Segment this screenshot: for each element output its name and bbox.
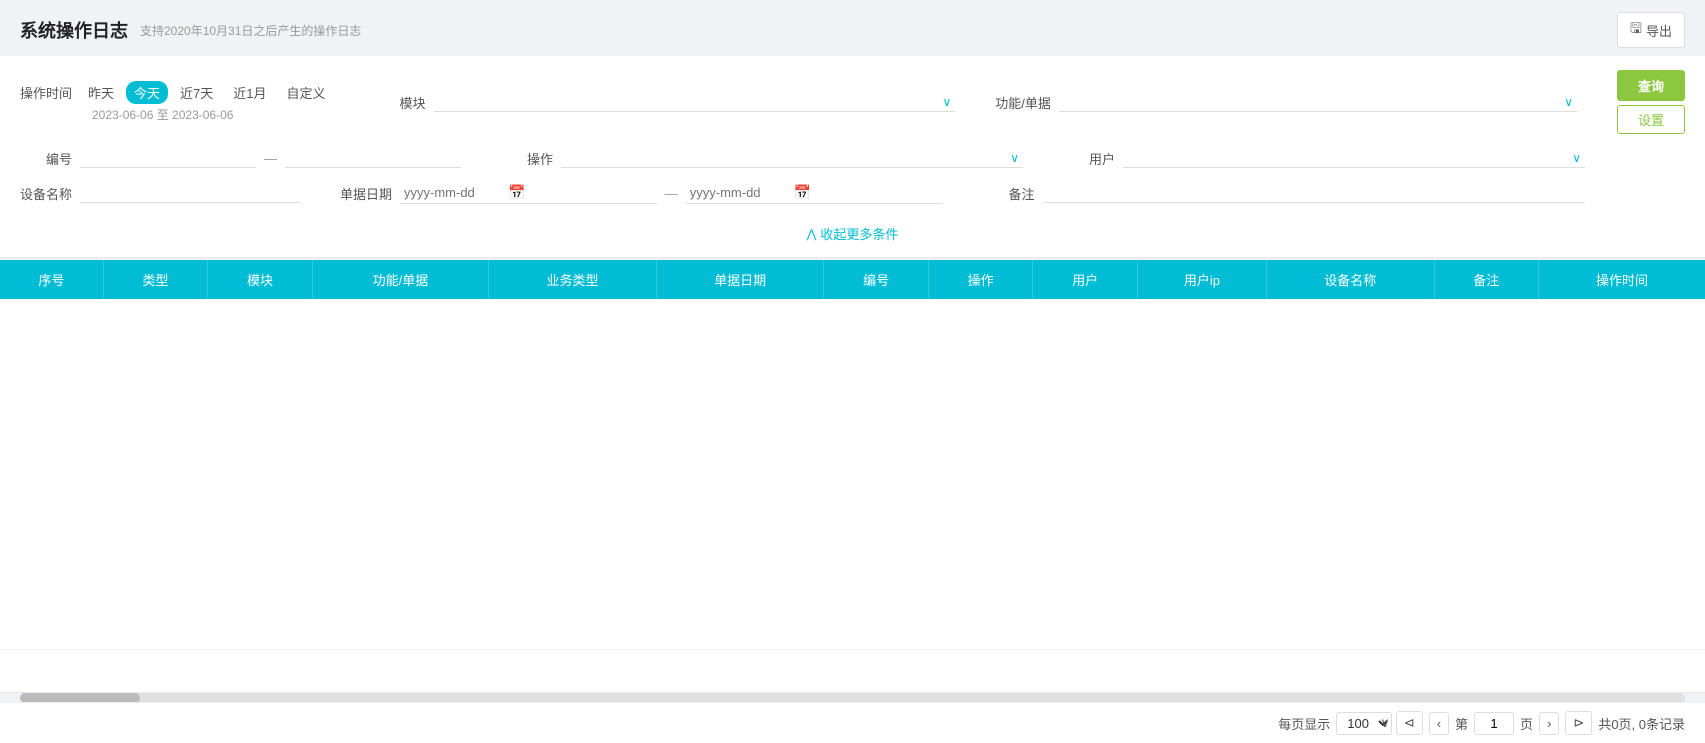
last-page-button[interactable]: ⊳ [1565,711,1592,735]
col-operation: 操作 [928,260,1032,299]
page-subtitle: 支持2020年10月31日之后产生的操作日志 [140,22,361,39]
remark-label: 备注 [983,184,1043,203]
collapse-row: ⋀ 收起更多条件 [20,218,1685,247]
page-container: 系统操作日志 支持2020年10月31日之后产生的操作日志 🖫 导出 操作时间 … [0,0,1705,743]
voucher-date-label: 单据日期 [340,184,400,203]
table-container: 序号 类型 模块 功能/单据 业务类型 单据日期 编号 操作 用户 用户ip 设… [0,260,1705,692]
col-code: 编号 [824,260,928,299]
calendar-end-icon[interactable]: 📅 [794,184,811,201]
col-voucherdate: 单据日期 [656,260,824,299]
number-separator: — [256,151,285,166]
export-button[interactable]: 🖫 导出 [1617,12,1685,48]
function-dropdown-icon: ∨ [1564,95,1573,109]
first-page-button[interactable]: ⊲ [1396,711,1423,735]
filter-row-2: 编号 — 操作 ∨ 用户 [20,148,1685,168]
col-function: 功能/单据 [312,260,488,299]
data-table: 序号 类型 模块 功能/单据 业务类型 单据日期 编号 操作 用户 用户ip 设… [0,260,1705,650]
empty-row [0,299,1705,649]
query-button[interactable]: 查询 [1617,70,1685,101]
user-select[interactable]: ∨ [1123,149,1585,168]
module-label: 模块 [374,93,434,112]
col-biztype: 业务类型 [489,260,657,299]
per-page-select[interactable]: 100 50 200 [1336,712,1392,735]
time-buttons: 昨天 今天 近7天 近1月 自定义 [80,81,334,104]
page-label: 第 [1455,714,1468,733]
table-head: 序号 类型 模块 功能/单据 业务类型 单据日期 编号 操作 用户 用户ip 设… [0,260,1705,299]
page-input[interactable] [1474,712,1514,735]
time-btn-7days[interactable]: 近7天 [172,81,221,104]
next-page-button[interactable]: › [1539,712,1559,735]
time-btn-today[interactable]: 今天 [126,81,168,104]
export-icon: 🖫 [1630,18,1642,42]
col-devicename: 设备名称 [1266,260,1434,299]
user-dropdown-icon: ∨ [1572,151,1581,165]
number-label: 编号 [20,149,80,168]
col-type: 类型 [103,260,207,299]
date-start-input[interactable] [404,185,504,200]
operation-dropdown-icon: ∨ [1010,151,1019,165]
action-buttons: 查询 设置 [1617,70,1685,134]
per-page-label: 每页显示 [1278,714,1330,733]
filter-row-1: 操作时间 昨天 今天 近7天 近1月 自定义 2023-06-06 至 2023… [20,70,1685,134]
number-end-input-wrapper [285,148,461,168]
scrollbar-area[interactable] [0,692,1705,702]
col-remark: 备注 [1434,260,1538,299]
col-number: 序号 [0,260,103,299]
date-separator: — [657,186,686,201]
time-btn-yesterday[interactable]: 昨天 [80,81,122,104]
operation-label: 操作 [501,149,561,168]
number-start-input-wrapper [80,148,256,168]
col-module: 模块 [208,260,312,299]
prev-page-button[interactable]: ‹ [1429,712,1449,735]
function-select[interactable]: ∨ [1059,93,1577,112]
table-body [0,299,1705,649]
page-unit: 页 [1520,714,1533,733]
user-label: 用户 [1063,149,1123,168]
time-range-text: 2023-06-06 至 2023-06-06 [92,108,233,122]
filter-area: 操作时间 昨天 今天 近7天 近1月 自定义 2023-06-06 至 2023… [0,56,1705,258]
device-input[interactable] [80,185,300,200]
settings-button[interactable]: 设置 [1617,105,1685,134]
table-header-row: 序号 类型 模块 功能/单据 业务类型 单据日期 编号 操作 用户 用户ip 设… [0,260,1705,299]
page-header: 系统操作日志 支持2020年10月31日之后产生的操作日志 🖫 导出 [0,0,1705,56]
scrollbar-track [20,693,1685,702]
calendar-start-icon[interactable]: 📅 [508,184,525,201]
filter-row-3: 设备名称 单据日期 📅 — 📅 备注 [20,182,1685,204]
number-start-input[interactable] [80,150,256,165]
device-label: 设备名称 [20,184,80,203]
module-dropdown-icon: ∨ [942,95,951,109]
page-total: 共0页, 0条记录 [1598,714,1685,733]
number-end-input[interactable] [285,150,461,165]
time-btn-custom[interactable]: 自定义 [279,81,334,104]
date-start-wrapper: 📅 [400,182,657,204]
page-title: 系统操作日志 [20,17,128,43]
col-optime: 操作时间 [1539,260,1705,299]
collapse-button[interactable]: ⋀ 收起更多条件 [807,224,899,243]
module-select[interactable]: ∨ [434,93,956,112]
date-end-wrapper: 📅 [686,182,943,204]
col-user: 用户 [1033,260,1137,299]
operation-select[interactable]: ∨ [561,149,1023,168]
col-userip: 用户ip [1137,260,1266,299]
empty-cell [0,299,1705,649]
time-label: 操作时间 [20,83,80,102]
function-label: 功能/单据 [995,93,1059,112]
collapse-chevron-icon: ⋀ [807,227,817,241]
time-btn-1month[interactable]: 近1月 [225,81,274,104]
remark-input-wrapper [1043,183,1586,203]
date-end-input[interactable] [690,185,790,200]
collapse-label: 收起更多条件 [820,224,898,243]
scrollbar-thumb[interactable] [20,693,140,702]
device-input-wrapper [80,183,300,203]
pagination-bar: 每页显示 100 50 200 ∨ ⊲ ‹ 第 页 › ⊳ 共0页, 0条记录 [0,702,1705,743]
remark-input[interactable] [1043,185,1586,200]
